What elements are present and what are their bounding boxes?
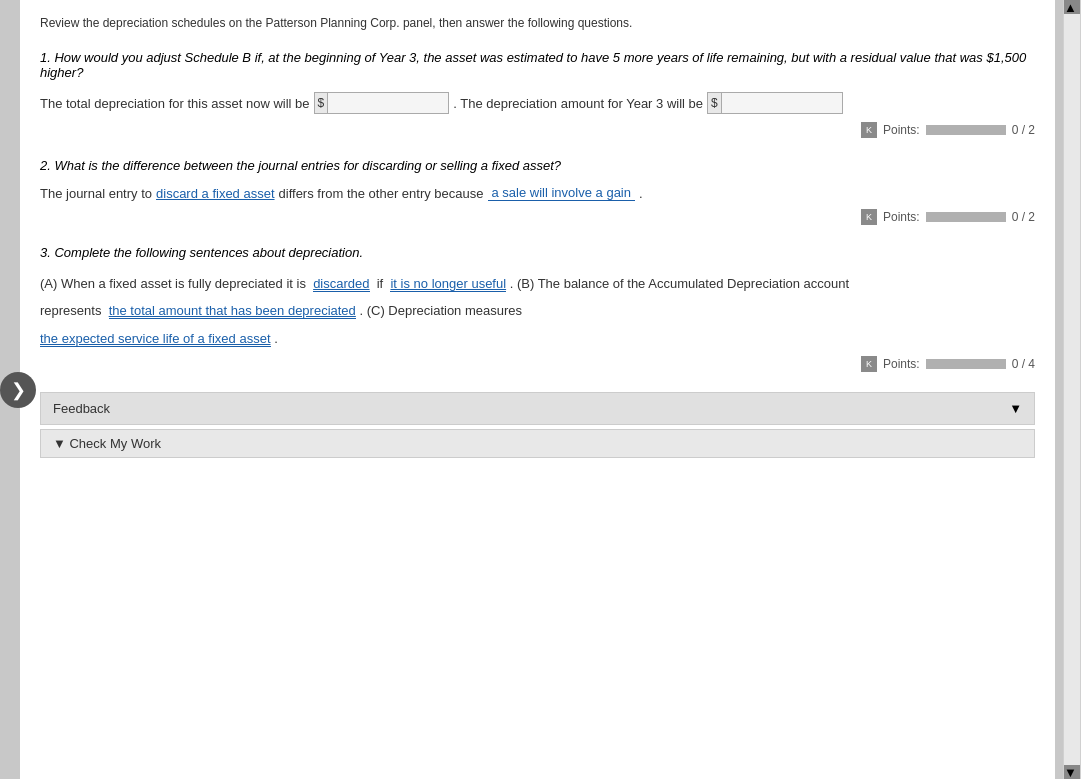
- check-my-work-bar[interactable]: ▼ Check My Work: [40, 429, 1035, 458]
- points-label-1: Points:: [883, 123, 920, 137]
- points-score-2: 0 / 2: [1012, 210, 1035, 224]
- year3-depreciation-input-wrapper: $: [707, 92, 843, 114]
- total-depreciation-input[interactable]: [328, 93, 448, 113]
- points-score-1: 0 / 2: [1012, 123, 1035, 137]
- sentence-b-row: represents the total amount that has bee…: [40, 299, 1035, 322]
- points-score-3: 0 / 4: [1012, 357, 1035, 371]
- question-2-points-row: K Points: 0 / 2: [40, 209, 1035, 225]
- question-1-points-badge: K Points: 0 / 2: [861, 122, 1035, 138]
- feedback-bar[interactable]: Feedback ▼: [40, 392, 1035, 425]
- year3-depreciation-input[interactable]: [722, 93, 842, 113]
- question-3-points-badge: K Points: 0 / 4: [861, 356, 1035, 372]
- sentence-b-answer[interactable]: the total amount that has been depreciat…: [109, 303, 356, 319]
- question-1-title: 1. How would you adjust Schedule B if, a…: [40, 50, 1035, 80]
- sentence-a-row: (A) When a fixed asset is fully deprecia…: [40, 272, 1035, 295]
- sentence-a-answer1[interactable]: discarded: [313, 276, 369, 292]
- nav-arrow-button[interactable]: ❯: [0, 372, 36, 408]
- points-label-3: Points:: [883, 357, 920, 371]
- question-1-block: 1. How would you adjust Schedule B if, a…: [40, 50, 1035, 138]
- scrollbar-down-button[interactable]: ▼: [1064, 765, 1080, 779]
- arrow-icon: ❯: [11, 379, 26, 401]
- question-1-answer-row: The total depreciation for this asset no…: [40, 92, 1035, 114]
- points-label-2: Points:: [883, 210, 920, 224]
- question-2-block: 2. What is the difference between the jo…: [40, 158, 1035, 225]
- points-bar-1: [926, 125, 1006, 135]
- main-content: Review the depreciation schedules on the…: [20, 0, 1055, 779]
- question-3-title: 3. Complete the following sentences abou…: [40, 245, 1035, 260]
- dollar-sign-1: $: [315, 93, 329, 113]
- question-2-answer-row: The journal entry to discard a fixed ass…: [40, 185, 1035, 201]
- check-my-work-label: ▼ Check My Work: [53, 436, 161, 451]
- dollar-sign-2: $: [708, 93, 722, 113]
- sentence-c-row: the expected service life of a fixed ass…: [40, 327, 1035, 350]
- scrollbar-up-button[interactable]: ▲: [1064, 0, 1080, 14]
- sentence-c-answer[interactable]: the expected service life of a fixed ass…: [40, 331, 271, 347]
- question-1-points-row: K Points: 0 / 2: [40, 122, 1035, 138]
- points-bar-3: [926, 359, 1006, 369]
- question-2-title: 2. What is the difference between the jo…: [40, 158, 1035, 173]
- sale-gain-answer[interactable]: a sale will involve a gain: [488, 185, 635, 201]
- question-3-sentences: (A) When a fixed asset is fully deprecia…: [40, 272, 1035, 350]
- points-icon-3: K: [861, 356, 877, 372]
- points-icon-2: K: [861, 209, 877, 225]
- question-3-points-row: K Points: 0 / 4: [40, 356, 1035, 372]
- question-3-block: 3. Complete the following sentences abou…: [40, 245, 1035, 372]
- scrollbar-track[interactable]: [1064, 14, 1080, 765]
- discard-fixed-asset-answer[interactable]: discard a fixed asset: [156, 186, 275, 201]
- feedback-arrow-icon: ▼: [1009, 401, 1022, 416]
- question-2-points-badge: K Points: 0 / 2: [861, 209, 1035, 225]
- points-icon: K: [861, 122, 877, 138]
- feedback-label: Feedback: [53, 401, 110, 416]
- sentence-a-answer2[interactable]: it is no longer useful: [390, 276, 506, 292]
- points-bar-2: [926, 212, 1006, 222]
- right-scrollbar[interactable]: ▲ ▼: [1063, 0, 1081, 779]
- header-text: Review the depreciation schedules on the…: [40, 10, 1035, 30]
- total-depreciation-input-wrapper: $: [314, 92, 450, 114]
